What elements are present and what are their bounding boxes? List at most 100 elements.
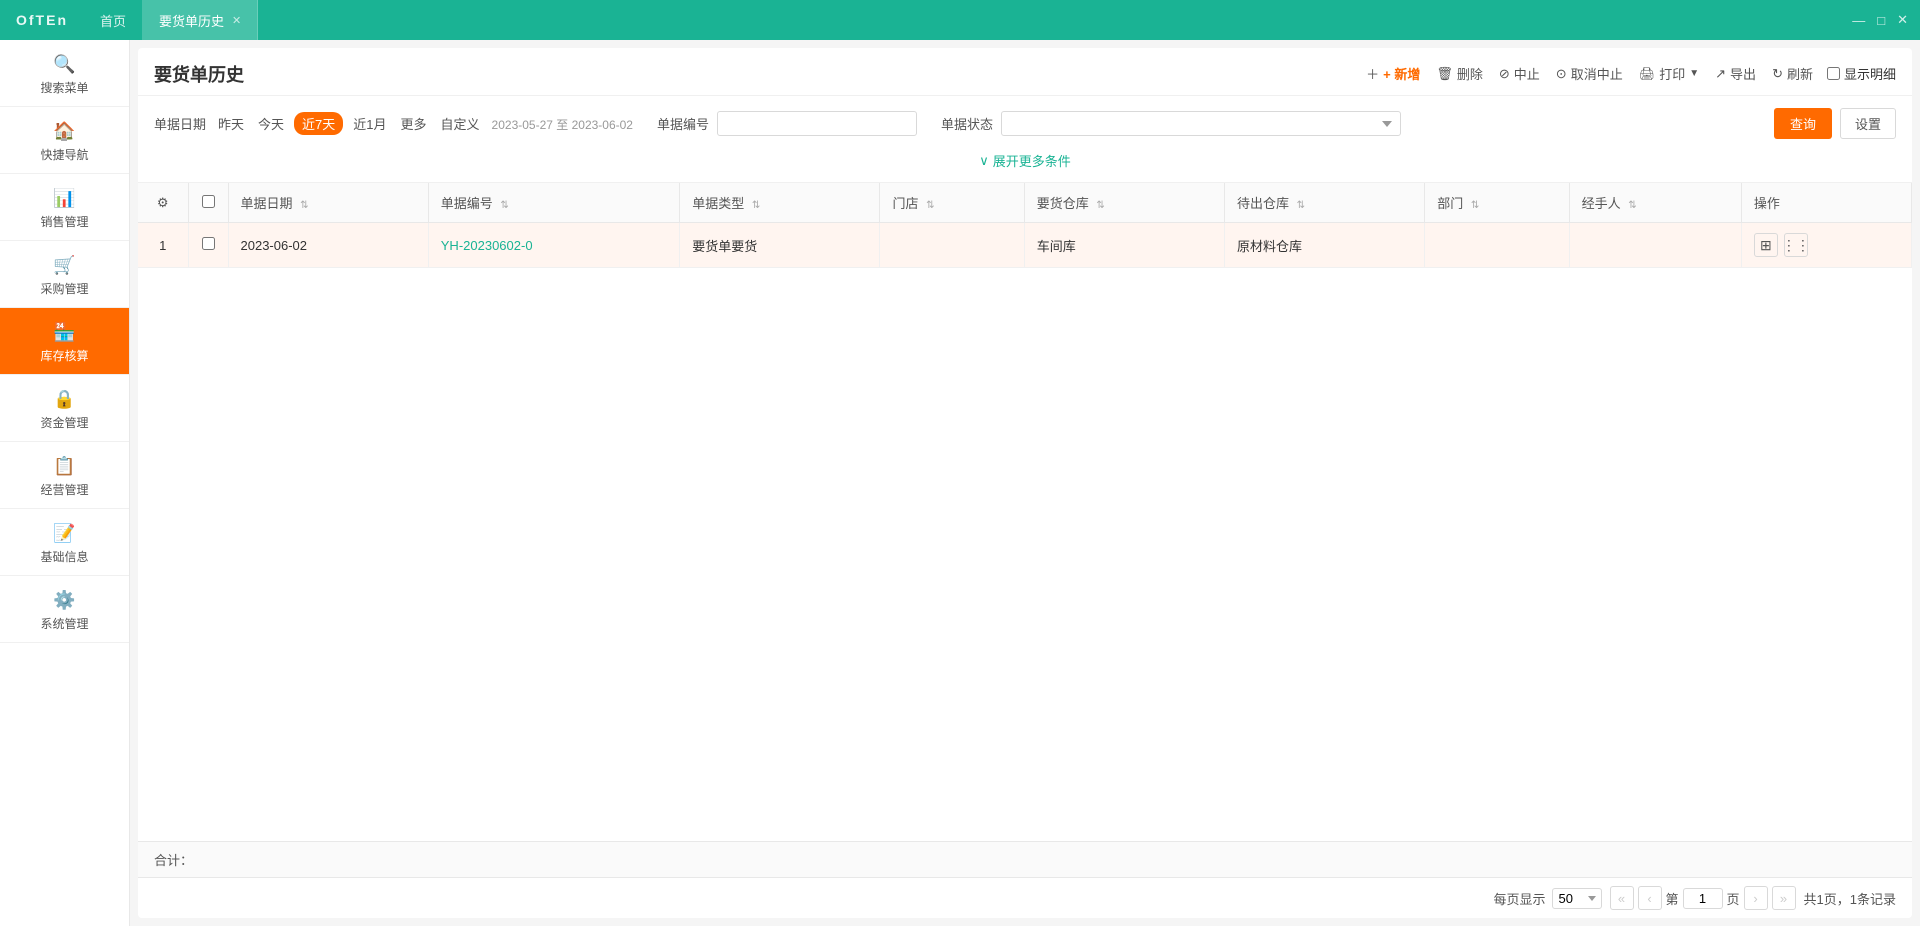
show-detail-toggle[interactable]: 显示明细 (1827, 64, 1896, 83)
page-number-input[interactable] (1683, 888, 1723, 909)
more-ops-button[interactable]: ⋮⋮ (1784, 233, 1808, 257)
status-select[interactable] (1001, 111, 1401, 136)
export-button[interactable]: ↗ 导出 (1713, 60, 1758, 87)
sidebar-item-inventory[interactable]: 🏪 库存核算 (0, 308, 129, 375)
close-tab-icon[interactable]: ✕ (232, 14, 241, 27)
table-footer: 合计： (138, 841, 1912, 877)
cell-department (1425, 223, 1569, 268)
sidebar: 🔍 搜索菜单 🏠 快捷导航 📊 销售管理 🛒 采购管理 🏪 库存核算 🔒 资金管… (0, 40, 130, 926)
status-label: 单据状态 (941, 114, 993, 133)
header-actions: ＋ + 新增 🗑 删除 ⊘ 中止 ⊙ 取消中止 (1364, 60, 1896, 87)
total-info: 共1页，1条记录 (1804, 889, 1896, 908)
inventory-icon: 🏪 (53, 322, 75, 343)
minimize-btn[interactable]: — (1852, 13, 1865, 28)
show-detail-checkbox[interactable] (1827, 67, 1840, 80)
settings-button[interactable]: 设置 (1840, 108, 1896, 139)
page-size-select[interactable]: 50 100 200 (1552, 888, 1602, 909)
date-shortcut-today[interactable]: 今天 (254, 112, 288, 135)
per-page-label: 每页显示 (1493, 889, 1545, 908)
prev-page-button[interactable]: ‹ (1638, 886, 1662, 910)
top-bar: OfTEn 首页 要货单历史 ✕ — □ ✕ (0, 0, 1920, 40)
date-shortcuts: 昨天 今天 近7天 近1月 更多 自定义 (214, 112, 484, 135)
sidebar-item-quick-nav[interactable]: 🏠 快捷导航 (0, 107, 129, 174)
first-page-button[interactable]: « (1610, 886, 1634, 910)
cell-checkbox (188, 223, 228, 268)
sidebar-item-basic-info[interactable]: 📝 基础信息 (0, 509, 129, 576)
per-page-group: 每页显示 50 100 200 (1493, 888, 1601, 909)
sidebar-item-search-menu[interactable]: 🔍 搜索菜单 (0, 40, 129, 107)
sidebar-item-sales[interactable]: 📊 销售管理 (0, 174, 129, 241)
tab-requisition-history[interactable]: 要货单历史 ✕ (143, 0, 258, 40)
cell-handler (1569, 223, 1741, 268)
sort-department-icon[interactable]: ⇅ (1471, 200, 1479, 211)
tab-home[interactable]: 首页 (84, 0, 143, 40)
sidebar-item-label: 搜索菜单 (40, 79, 88, 96)
sidebar-item-label: 快捷导航 (40, 146, 88, 163)
export-icon: ↗ (1715, 66, 1726, 82)
brand: OfTEn (0, 12, 84, 28)
print-dropdown-icon: ▼ (1689, 68, 1699, 79)
sort-date-icon[interactable]: ⇅ (300, 200, 308, 211)
date-shortcut-1month[interactable]: 近1月 (349, 112, 390, 135)
date-shortcut-custom[interactable]: 自定义 (437, 112, 484, 135)
refresh-button[interactable]: ↻ 刷新 (1770, 60, 1815, 87)
sidebar-item-finance[interactable]: 🔒 资金管理 (0, 375, 129, 442)
col-order-no: 单据编号 ⇅ (428, 183, 679, 223)
ops-buttons: ⊞ ⋮⋮ (1754, 233, 1899, 257)
sidebar-item-operations[interactable]: 📋 经营管理 (0, 442, 129, 509)
delete-icon: 🗑 (1436, 66, 1453, 82)
cell-order-no: YH-20230602-0 (428, 223, 679, 268)
new-icon: ＋ (1366, 64, 1379, 83)
sidebar-item-system[interactable]: ⚙️ 系统管理 (0, 576, 129, 643)
select-all-checkbox[interactable] (202, 195, 215, 208)
query-button[interactable]: 查询 (1774, 108, 1832, 139)
page-suffix: 页 (1727, 889, 1740, 908)
sort-order-no-icon[interactable]: ⇅ (500, 200, 508, 211)
sort-order-type-icon[interactable]: ⇅ (752, 200, 760, 211)
date-shortcut-more[interactable]: 更多 (397, 112, 431, 135)
cell-order-type: 要货单要货 (680, 223, 880, 268)
order-no-input[interactable] (717, 111, 917, 136)
table-container: ⚙ 单据日期 ⇅ 单据编号 ⇅ (138, 183, 1912, 841)
order-no-filter-group: 单据编号 (657, 111, 917, 136)
page-nav: « ‹ 第 页 › » (1610, 886, 1796, 910)
col-req-warehouse: 要货仓库 ⇅ (1024, 183, 1224, 223)
col-store: 门店 ⇅ (880, 183, 1024, 223)
basic-info-icon: 📝 (53, 523, 75, 544)
next-page-button[interactable]: › (1744, 886, 1768, 910)
sort-handler-icon[interactable]: ⇅ (1628, 200, 1636, 211)
cell-ops: ⊞ ⋮⋮ (1741, 223, 1911, 268)
expand-more-section: ∨ 展开更多条件 (154, 147, 1896, 174)
print-button[interactable]: 🖨 打印 ▼ (1637, 60, 1701, 87)
last-page-button[interactable]: » (1772, 886, 1796, 910)
row-checkbox[interactable] (202, 237, 215, 250)
date-shortcut-7days[interactable]: 近7天 (294, 112, 343, 135)
status-filter-group: 单据状态 (941, 111, 1750, 136)
finance-icon: 🔒 (53, 389, 75, 410)
stop-button[interactable]: ⊘ 中止 (1497, 60, 1542, 87)
date-shortcut-yesterday[interactable]: 昨天 (214, 112, 248, 135)
delete-button[interactable]: 🗑 删除 (1434, 60, 1485, 87)
view-detail-button[interactable]: ⊞ (1754, 233, 1778, 257)
cancel-stop-button[interactable]: ⊙ 取消中止 (1554, 60, 1625, 87)
close-btn[interactable]: ✕ (1897, 12, 1908, 28)
search-menu-icon: 🔍 (53, 54, 75, 75)
table-row: 1 2023-06-02 YH-20230602-0 要货单要货 车间库 (138, 223, 1912, 268)
print-icon: 🖨 (1639, 66, 1656, 82)
new-button[interactable]: ＋ + 新增 (1364, 60, 1422, 87)
cell-index: 1 (138, 223, 188, 268)
col-ops: 操作 (1741, 183, 1911, 223)
data-table: ⚙ 单据日期 ⇅ 单据编号 ⇅ (138, 183, 1912, 268)
expand-more-button[interactable]: ∨ 展开更多条件 (979, 151, 1071, 170)
order-no-link[interactable]: YH-20230602-0 (441, 238, 533, 253)
maximize-btn[interactable]: □ (1877, 13, 1885, 28)
sidebar-item-label: 库存核算 (40, 347, 88, 364)
sort-req-warehouse-icon[interactable]: ⇅ (1096, 200, 1104, 211)
sidebar-item-label: 基础信息 (40, 548, 88, 565)
sort-pending-warehouse-icon[interactable]: ⇅ (1297, 200, 1305, 211)
sort-store-icon[interactable]: ⇅ (926, 200, 934, 211)
operations-icon: 📋 (53, 456, 75, 477)
sidebar-item-purchase[interactable]: 🛒 采购管理 (0, 241, 129, 308)
page-title: 要货单历史 (154, 61, 244, 87)
system-icon: ⚙️ (53, 590, 75, 611)
